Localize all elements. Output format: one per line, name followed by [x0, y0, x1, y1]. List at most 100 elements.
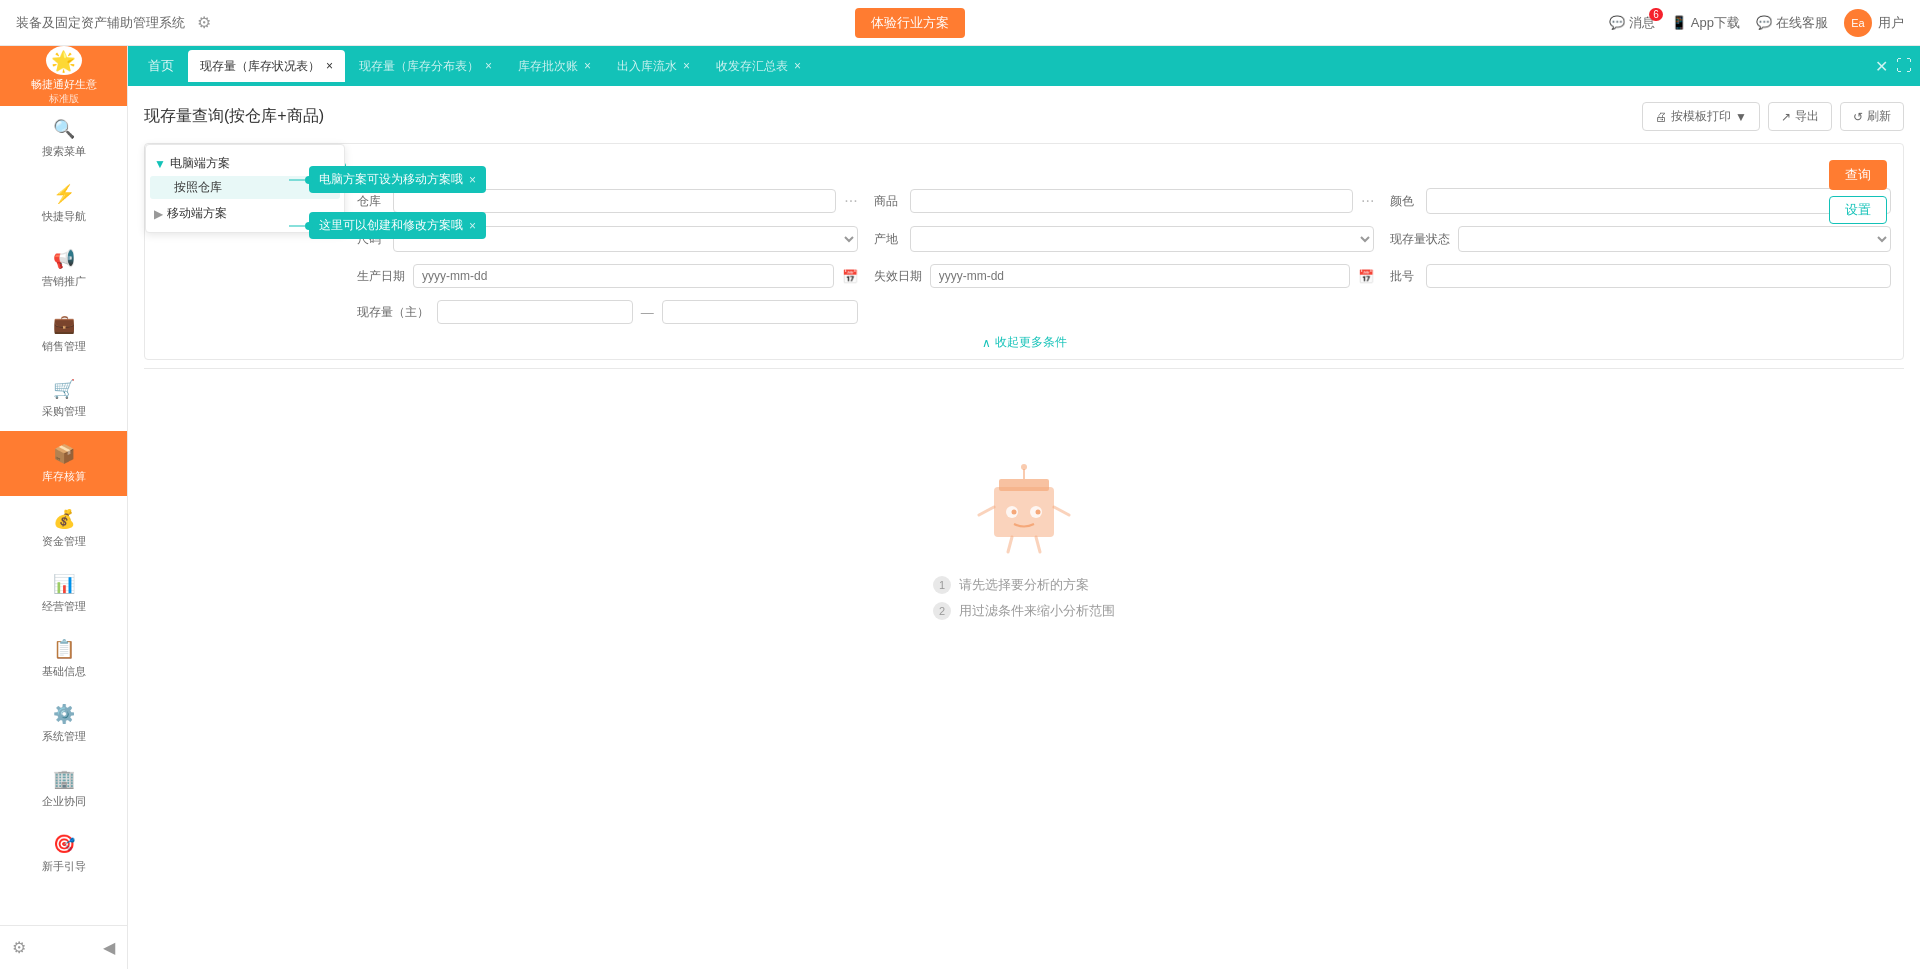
user-menu[interactable]: Ea 用户 — [1844, 9, 1904, 37]
cart-icon: 🛒 — [53, 378, 75, 400]
tab-recv-summary[interactable]: 收发存汇总表 × — [704, 50, 813, 82]
filter-expiry-date-row: 失效日期 📅 — [874, 264, 1375, 288]
sidebar-item-purchase[interactable]: 🛒 采购管理 — [0, 366, 127, 431]
refresh-button[interactable]: ↺ 刷新 — [1840, 102, 1904, 131]
tab-inventory-status-label: 现存量（库存状况表） — [200, 58, 320, 75]
sidebar-label-system: 系统管理 — [42, 729, 86, 744]
empty-illustration — [964, 457, 1084, 560]
tooltip-connector-line — [289, 179, 305, 180]
online-service-button[interactable]: 💬 在线客服 — [1756, 14, 1828, 32]
qty-max-input[interactable] — [662, 300, 858, 324]
sidebar-label-enterprise: 企业协同 — [42, 794, 86, 809]
tab-inventory-dist-label: 现存量（库存分布表） — [359, 58, 479, 75]
list-icon: 📋 — [53, 638, 75, 660]
setup-button[interactable]: 设置 — [1829, 196, 1887, 224]
sidebar-item-guide[interactable]: 🎯 新手引导 — [0, 821, 127, 886]
step2-num: 2 — [933, 602, 951, 620]
tooltip-connector-dot — [305, 176, 313, 184]
origin-select[interactable] — [910, 226, 1375, 252]
tooltip-edit-close[interactable]: × — [469, 219, 476, 233]
production-date-input[interactable] — [413, 264, 834, 288]
sidebar-label-quick-nav: 快捷导航 — [42, 209, 86, 224]
industry-button[interactable]: 体验行业方案 — [855, 8, 965, 38]
sidebar-item-basic-info[interactable]: 📋 基础信息 — [0, 626, 127, 691]
svg-rect-0 — [994, 487, 1054, 537]
sidebar-item-quick-nav[interactable]: ⚡ 快捷导航 — [0, 171, 127, 236]
collapse-button[interactable]: ∧ 收起更多条件 — [157, 324, 1891, 355]
sidebar-item-system[interactable]: ⚙️ 系统管理 — [0, 691, 127, 756]
sidebar-menu: 🔍 搜索菜单 ⚡ 快捷导航 📢 营销推广 💼 销售管理 🛒 采购管理 — [0, 106, 127, 925]
tooltip2-connector-dot — [305, 222, 313, 230]
sidebar-item-enterprise[interactable]: 🏢 企业协同 — [0, 756, 127, 821]
target-icon: 🎯 — [53, 833, 75, 855]
sidebar-item-marketing[interactable]: 📢 营销推广 — [0, 236, 127, 301]
sidebar: 🌟 畅捷通好生意 标准版 🔍 搜索菜单 ⚡ 快捷导航 📢 营销 — [0, 46, 128, 969]
main-layout: 🌟 畅捷通好生意 标准版 🔍 搜索菜单 ⚡ 快捷导航 📢 营销 — [0, 46, 1920, 969]
query-button[interactable]: 查询 — [1829, 160, 1887, 190]
sidebar-item-finance[interactable]: 💰 资金管理 — [0, 496, 127, 561]
tooltip-pc-text: 电脑方案可设为移动方案哦 — [319, 171, 463, 188]
origin-label: 产地 — [874, 231, 902, 248]
sidebar-label-guide: 新手引导 — [42, 859, 86, 874]
svg-line-8 — [979, 507, 994, 515]
user-label: 用户 — [1878, 14, 1904, 32]
tab-batch-account[interactable]: 库存批次账 × — [506, 50, 603, 82]
step1-num: 1 — [933, 576, 951, 594]
message-button[interactable]: 💬 消息 6 — [1609, 14, 1655, 32]
sidebar-label-basic-info: 基础信息 — [42, 664, 86, 679]
message-badge: 6 — [1649, 8, 1663, 21]
tooltip-pc-scheme: 电脑方案可设为移动方案哦 × — [309, 166, 486, 193]
qty-min-input[interactable] — [437, 300, 633, 324]
app-download-button[interactable]: 📱 App下载 — [1671, 14, 1740, 32]
app-download-label: App下载 — [1691, 14, 1740, 32]
template-print-button[interactable]: 🖨 按模板打印 ▼ — [1642, 102, 1760, 131]
tab-inventory-status-close[interactable]: × — [326, 60, 333, 72]
warehouse-dots[interactable]: ··· — [844, 192, 857, 210]
tab-batch-account-close[interactable]: × — [584, 60, 591, 72]
batch-input[interactable] — [1426, 264, 1891, 288]
arrow-down-icon: ▼ — [154, 157, 166, 171]
tab-inventory-dist-close[interactable]: × — [485, 60, 492, 72]
tab-inventory-status[interactable]: 现存量（库存状况表） × — [188, 50, 345, 82]
tab-inventory-dist[interactable]: 现存量（库存分布表） × — [347, 50, 504, 82]
color-select[interactable] — [1426, 188, 1891, 214]
goods-dots[interactable]: ··· — [1361, 192, 1374, 210]
refresh-label: 刷新 — [1867, 108, 1891, 125]
calendar-icon-prod[interactable]: 📅 — [842, 269, 858, 284]
tab-recv-summary-close[interactable]: × — [794, 60, 801, 72]
sidebar-item-operations[interactable]: 📊 经营管理 — [0, 561, 127, 626]
tab-flow-label: 出入库流水 — [617, 58, 677, 75]
logo-brand: 畅捷通好生意 — [31, 77, 97, 92]
step1-text: 请先选择要分析的方案 — [959, 576, 1089, 594]
tab-close-all[interactable]: ✕ — [1875, 57, 1888, 76]
box-icon: 📦 — [53, 443, 75, 465]
tab-flow[interactable]: 出入库流水 × — [605, 50, 702, 82]
tab-home[interactable]: 首页 — [136, 57, 186, 75]
sidebar-label-operations: 经营管理 — [42, 599, 86, 614]
expiry-date-input[interactable] — [930, 264, 1351, 288]
goods-input[interactable] — [910, 189, 1353, 213]
empty-state: 1 请先选择要分析的方案 2 用过滤条件来缩小分析范围 — [144, 377, 1904, 700]
sidebar-item-search[interactable]: 🔍 搜索菜单 — [0, 106, 127, 171]
settings-icon[interactable]: ⚙ — [197, 13, 211, 32]
refresh-icon: ↺ — [1853, 110, 1863, 124]
tab-recv-summary-label: 收发存汇总表 — [716, 58, 788, 75]
print-icon: 🖨 — [1655, 110, 1667, 124]
sidebar-collapse-icon[interactable]: ◀ — [103, 938, 115, 957]
logo-icon: 🌟 — [46, 46, 82, 75]
svg-point-7 — [1021, 464, 1027, 470]
sidebar-item-inventory[interactable]: 📦 库存核算 — [0, 431, 127, 496]
tab-flow-close[interactable]: × — [683, 60, 690, 72]
bottom-settings-icon[interactable]: ⚙ — [12, 938, 26, 957]
tab-maximize[interactable]: ⛶ — [1896, 57, 1912, 76]
stock-status-select[interactable] — [1458, 226, 1891, 252]
filter-stock-status-row: 现存量状态 — [1390, 226, 1891, 252]
filter-origin-row: 产地 — [874, 226, 1375, 252]
export-button[interactable]: ↗ 导出 — [1768, 102, 1832, 131]
tooltip-pc-close[interactable]: × — [469, 173, 476, 187]
expiry-date-label: 失效日期 — [874, 268, 922, 285]
sidebar-logo: 🌟 畅捷通好生意 标准版 — [0, 46, 127, 106]
calendar-icon-exp[interactable]: 📅 — [1358, 269, 1374, 284]
goods-label: 商品 — [874, 193, 902, 210]
sidebar-item-sales[interactable]: 💼 销售管理 — [0, 301, 127, 366]
